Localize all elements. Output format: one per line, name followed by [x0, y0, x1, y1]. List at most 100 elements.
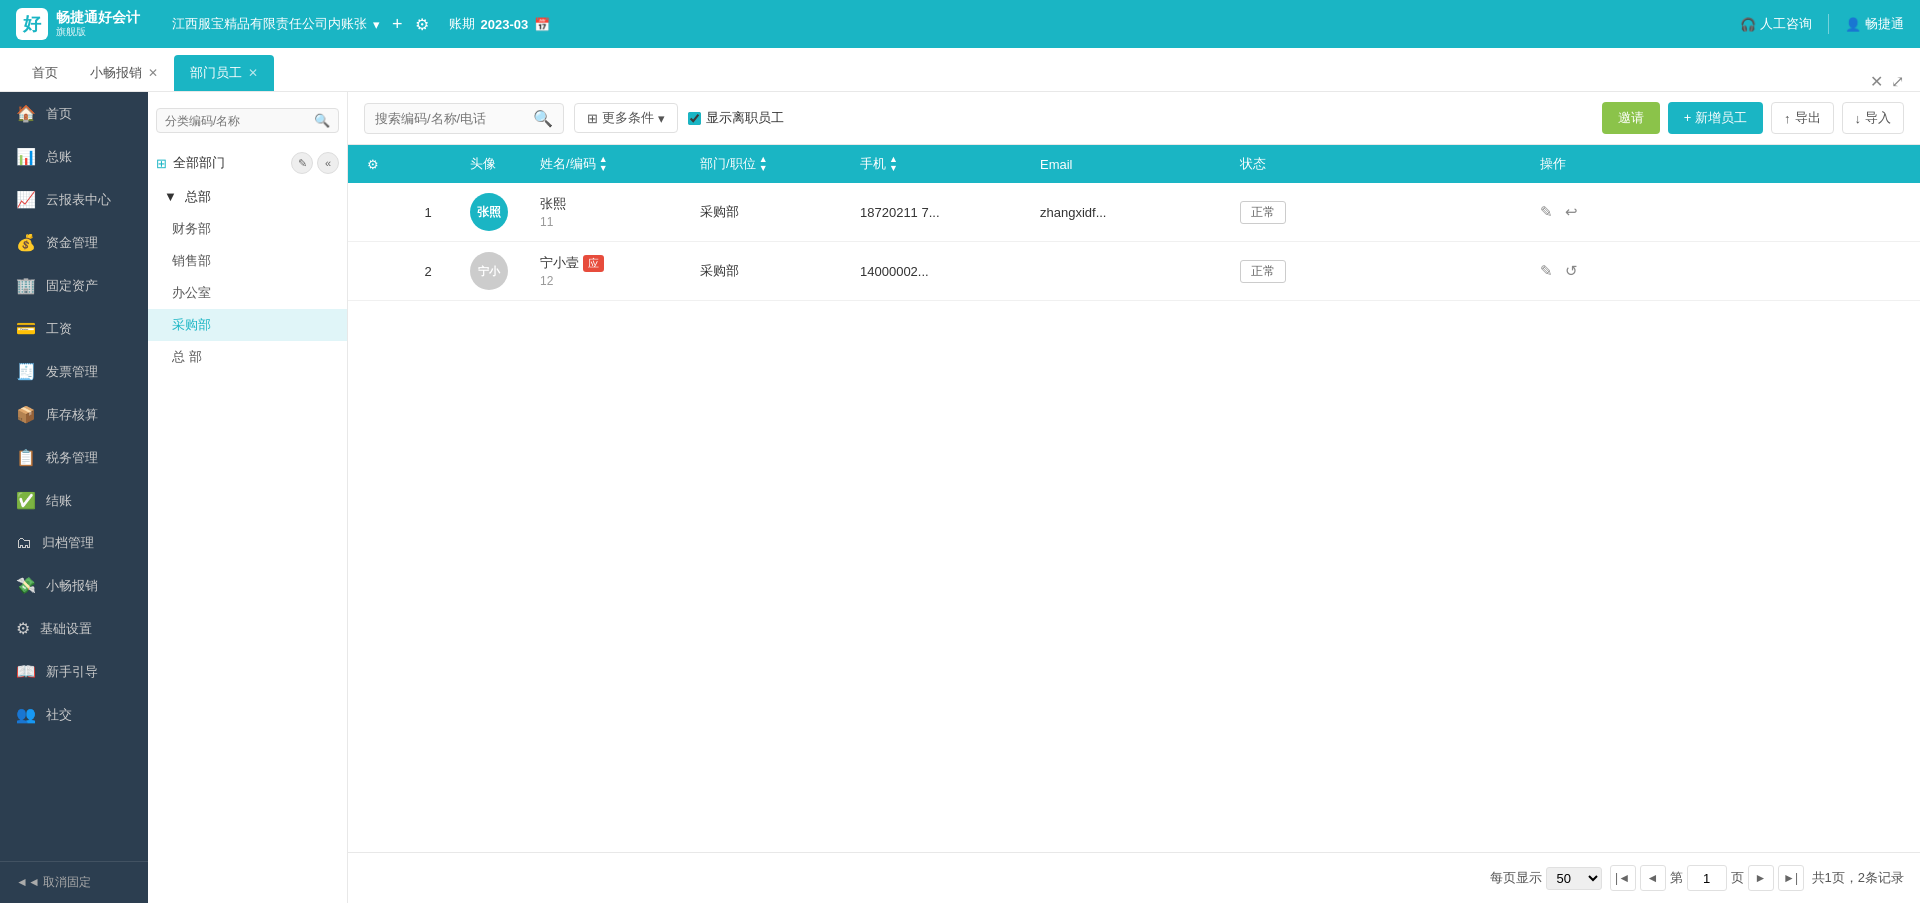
tab-xiaochang-label: 小畅报销 — [90, 64, 142, 82]
all-dept-label: 全部部门 — [173, 154, 225, 172]
dept-node-office[interactable]: 办公室 — [148, 277, 347, 309]
add-button[interactable]: + — [392, 14, 403, 35]
row2-edit-icon[interactable]: ✎ — [1540, 262, 1553, 280]
close-window-icon[interactable]: ✕ — [1870, 72, 1883, 91]
more-filter-button[interactable]: ⊞ 更多条件 ▾ — [574, 103, 678, 133]
total-info: 共1页，2条记录 — [1812, 869, 1904, 887]
sidebar-item-salary[interactable]: 💳 工资 — [0, 307, 148, 350]
first-page-button[interactable]: |◄ — [1610, 865, 1636, 891]
col-phone[interactable]: 手机 ▲▼ — [848, 145, 1028, 183]
dept-label-1: 财务部 — [172, 221, 211, 236]
dept-collapse-icon[interactable]: « — [317, 152, 339, 174]
header-divider — [1828, 14, 1829, 34]
tab-xiaochang[interactable]: 小畅报销 ✕ — [74, 55, 174, 91]
row2-name-cell: 宁小壹 应 12 — [528, 242, 688, 301]
row1-avatar: 张照 — [470, 193, 508, 231]
page-size-dropdown[interactable]: 20 50 100 — [1546, 867, 1602, 890]
row2-phone-cell: 14000002... — [848, 242, 1028, 301]
row1-op-icons: ✎ ↩ — [1540, 203, 1908, 221]
dept-header-actions: ✎ « — [291, 152, 339, 174]
sidebar-item-tax[interactable]: 📋 税务管理 — [0, 436, 148, 479]
dept-search-input[interactable] — [165, 114, 310, 128]
col-name[interactable]: 姓名/编码 ▲▼ — [528, 145, 688, 183]
row1-edit-icon[interactable]: ✎ — [1540, 203, 1553, 221]
company-selector[interactable]: 江西服宝精品有限责任公司内账张 ▾ — [172, 15, 380, 33]
tab-dept[interactable]: 部门员工 ✕ — [174, 55, 274, 91]
tab-bar-right: ✕ ⤢ — [1870, 72, 1904, 91]
import-icon: ↓ — [1855, 111, 1862, 126]
sidebar-unpin-button[interactable]: ◄◄ 取消固定 — [0, 861, 148, 903]
employee-search[interactable]: 🔍 — [364, 103, 564, 134]
row2-delete-icon[interactable]: ↺ — [1565, 262, 1578, 280]
user-button[interactable]: 👤 畅捷通 — [1845, 15, 1904, 33]
tab-dept-label: 部门员工 — [190, 64, 242, 82]
tab-dept-close[interactable]: ✕ — [248, 66, 258, 80]
show-resigned-label: 显示离职员工 — [706, 109, 784, 127]
sidebar-item-settings[interactable]: ⚙ 基础设置 — [0, 607, 148, 650]
col-email: Email — [1028, 145, 1228, 183]
sidebar-item-reports[interactable]: 📈 云报表中心 — [0, 178, 148, 221]
sidebar-settings-label: 基础设置 — [40, 620, 92, 638]
logo-text-block: 畅捷通好会计 旗舰版 — [56, 9, 140, 40]
sidebar-item-ledger[interactable]: 📊 总账 — [0, 135, 148, 178]
guide-icon: 📖 — [16, 662, 36, 681]
sidebar-assets-label: 固定资产 — [46, 277, 98, 295]
settings-button[interactable]: ⚙ — [415, 15, 429, 34]
row2-dept-cell: 采购部 — [688, 242, 848, 301]
employee-toolbar: 🔍 ⊞ 更多条件 ▾ 显示离职员工 邀请 + 新增员工 — [348, 92, 1920, 145]
dept-node-finance[interactable]: 财务部 — [148, 213, 347, 245]
expense-icon: 💸 — [16, 576, 36, 595]
col-avatar-label: 头像 — [470, 156, 496, 171]
dept-edit-icon[interactable]: ✎ — [291, 152, 313, 174]
sidebar-item-archive[interactable]: 🗂 归档管理 — [0, 522, 148, 564]
dept-search[interactable]: 🔍 — [156, 108, 339, 133]
tab-home-label: 首页 — [32, 64, 58, 82]
sidebar-item-guide[interactable]: 📖 新手引导 — [0, 650, 148, 693]
page-input[interactable] — [1687, 865, 1727, 891]
tab-xiaochang-close[interactable]: ✕ — [148, 66, 158, 80]
ledger-icon: 📊 — [16, 147, 36, 166]
dept-node-purchase[interactable]: 采购部 — [148, 309, 347, 341]
sidebar-item-social[interactable]: 👥 社交 — [0, 693, 148, 736]
row1-leave-icon[interactable]: ↩ — [1565, 203, 1578, 221]
calendar-icon[interactable]: 📅 — [534, 17, 550, 32]
dropdown-icon: ▾ — [373, 17, 380, 32]
col-dept[interactable]: 部门/职位 ▲▼ — [688, 145, 848, 183]
dept-node-general[interactable]: 总 部 — [148, 341, 347, 373]
sidebar-item-assets[interactable]: 🏢 固定资产 — [0, 264, 148, 307]
next-page-button[interactable]: ► — [1748, 865, 1774, 891]
salary-icon: 💳 — [16, 319, 36, 338]
sidebar-item-expense[interactable]: 💸 小畅报销 — [0, 564, 148, 607]
export-button[interactable]: ↑ 导出 — [1771, 102, 1834, 134]
sidebar-item-home[interactable]: 🏠 首页 — [0, 92, 148, 135]
row2-avatar-cell: 宁小 — [458, 242, 528, 301]
tab-home[interactable]: 首页 — [16, 55, 74, 91]
assets-icon: 🏢 — [16, 276, 36, 295]
all-dept-header[interactable]: ⊞ 全部部门 ✎ « — [148, 145, 347, 181]
employee-table-body: 1 张照 张熙 11 — [348, 183, 1920, 301]
support-button[interactable]: 🎧 人工咨询 — [1740, 15, 1812, 33]
filter-label: 更多条件 — [602, 109, 654, 127]
sidebar-item-invoice[interactable]: 🧾 发票管理 — [0, 350, 148, 393]
invite-button[interactable]: 邀请 — [1602, 102, 1660, 134]
sidebar-home-label: 首页 — [46, 105, 72, 123]
row2-code: 12 — [540, 274, 676, 288]
dept-node-sales[interactable]: 销售部 — [148, 245, 347, 277]
row1-dept-cell: 采购部 — [688, 183, 848, 242]
prev-page-button[interactable]: ◄ — [1640, 865, 1666, 891]
dept-node-zongbu[interactable]: ▼ 总部 — [148, 181, 347, 213]
expand-icon[interactable]: ⤢ — [1891, 72, 1904, 91]
add-employee-button[interactable]: + 新增员工 — [1668, 102, 1763, 134]
sidebar-item-inventory[interactable]: 📦 库存核算 — [0, 393, 148, 436]
sidebar-item-funds[interactable]: 💰 资金管理 — [0, 221, 148, 264]
row2-email-cell — [1028, 242, 1228, 301]
dept-grid-icon: ⊞ — [156, 156, 167, 171]
row1-name: 张熙 — [540, 195, 676, 213]
import-button[interactable]: ↓ 导入 — [1842, 102, 1905, 134]
show-resigned-checkbox[interactable] — [688, 112, 701, 125]
last-page-button[interactable]: ►| — [1778, 865, 1804, 891]
sidebar-item-close[interactable]: ✅ 结账 — [0, 479, 148, 522]
employee-search-input[interactable] — [375, 111, 529, 126]
col-settings[interactable]: ⚙ — [348, 145, 398, 183]
row1-phone: 18720211 7... — [860, 205, 940, 220]
